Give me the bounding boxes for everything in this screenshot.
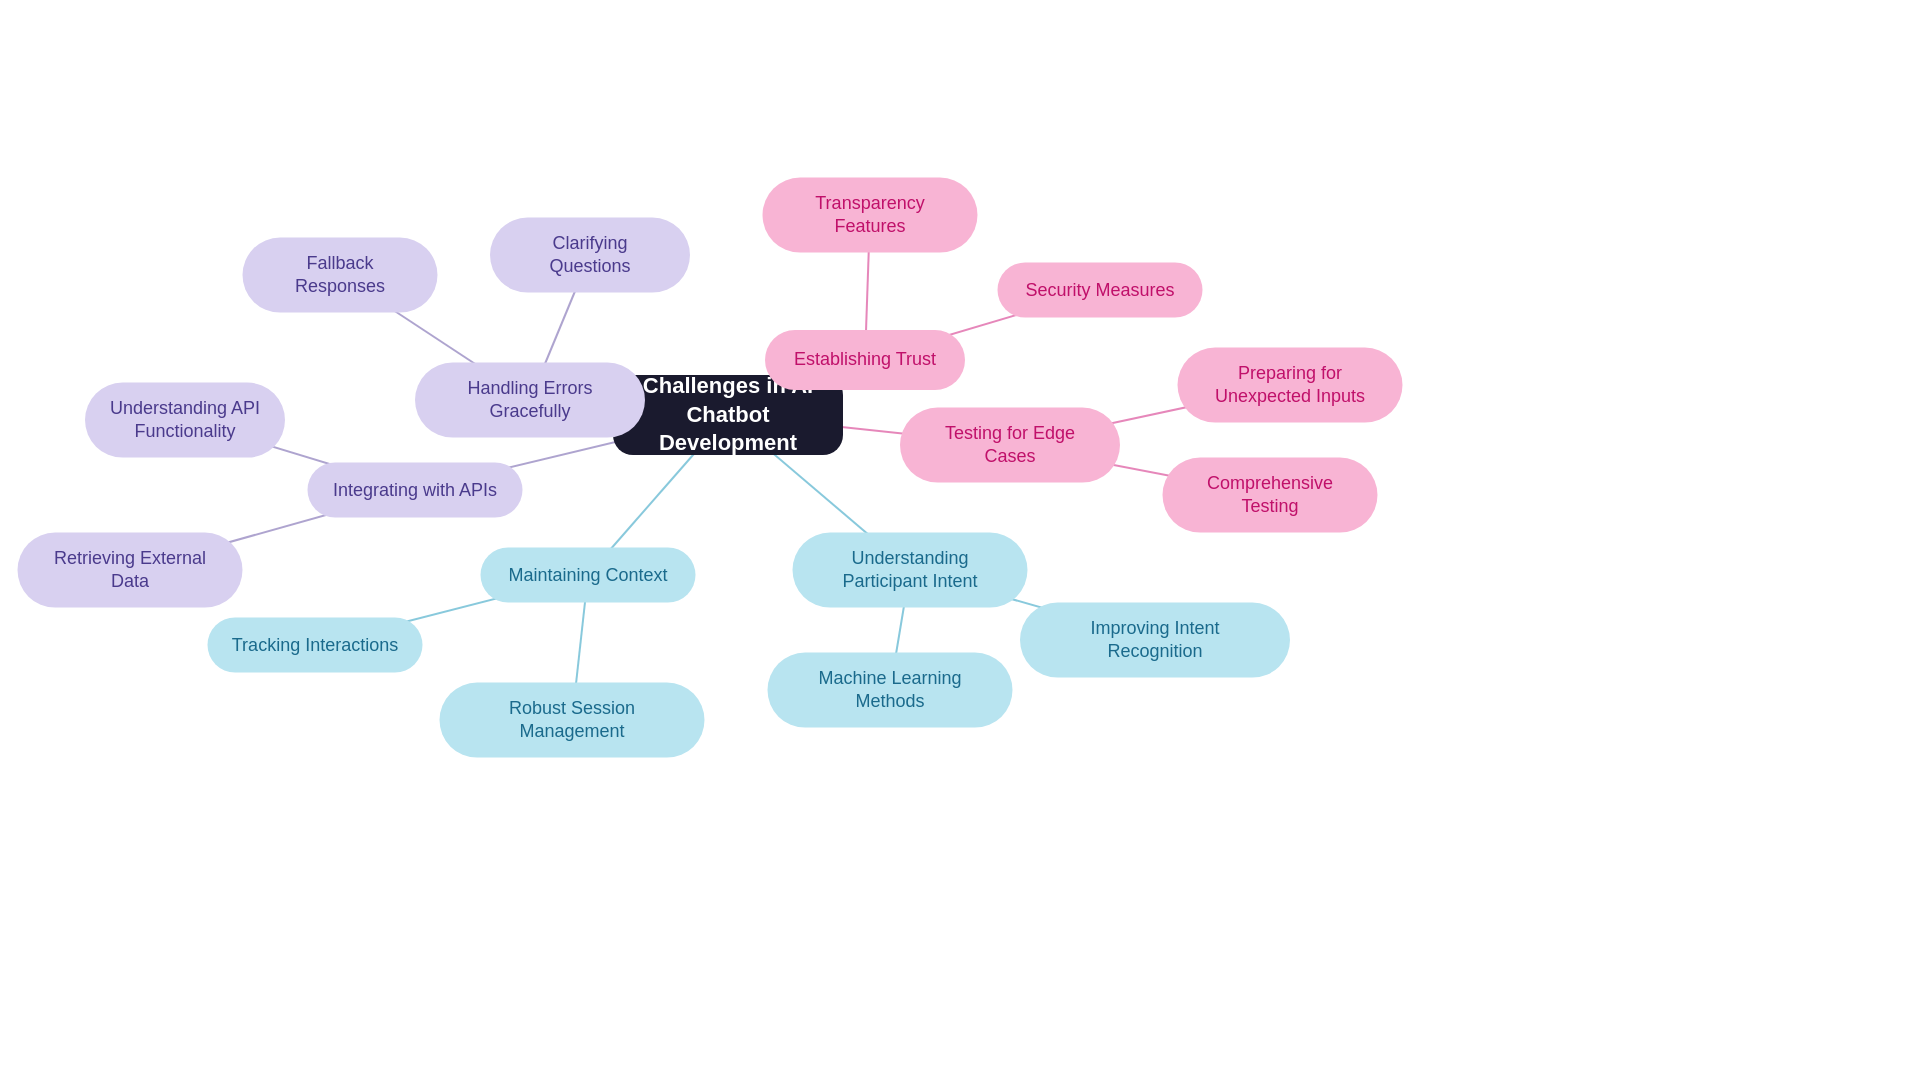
security-measures-node[interactable]: Security Measures: [998, 263, 1203, 318]
handling-errors-node[interactable]: Handling Errors Gracefully: [415, 363, 645, 438]
understanding-api-node[interactable]: Understanding API Functionality: [85, 383, 285, 458]
clarifying-questions-node[interactable]: Clarifying Questions: [490, 218, 690, 293]
fallback-responses-node[interactable]: Fallback Responses: [243, 238, 438, 313]
establishing-trust-node[interactable]: Establishing Trust: [765, 330, 965, 390]
mind-map: Challenges in AI Chatbot DevelopmentHand…: [0, 0, 1920, 1083]
understanding-intent-node[interactable]: Understanding Participant Intent: [793, 533, 1028, 608]
robust-session-node[interactable]: Robust Session Management: [440, 683, 705, 758]
machine-learning-node[interactable]: Machine Learning Methods: [768, 653, 1013, 728]
testing-edge-cases-node[interactable]: Testing for Edge Cases: [900, 408, 1120, 483]
retrieving-external-node[interactable]: Retrieving External Data: [18, 533, 243, 608]
improving-intent-node[interactable]: Improving Intent Recognition: [1020, 603, 1290, 678]
integrating-apis-node[interactable]: Integrating with APIs: [308, 463, 523, 518]
maintaining-context-node[interactable]: Maintaining Context: [481, 548, 696, 603]
tracking-interactions-node[interactable]: Tracking Interactions: [208, 618, 423, 673]
comprehensive-testing-node[interactable]: Comprehensive Testing: [1163, 458, 1378, 533]
preparing-unexpected-node[interactable]: Preparing for Unexpected Inputs: [1178, 348, 1403, 423]
transparency-features-node[interactable]: Transparency Features: [763, 178, 978, 253]
